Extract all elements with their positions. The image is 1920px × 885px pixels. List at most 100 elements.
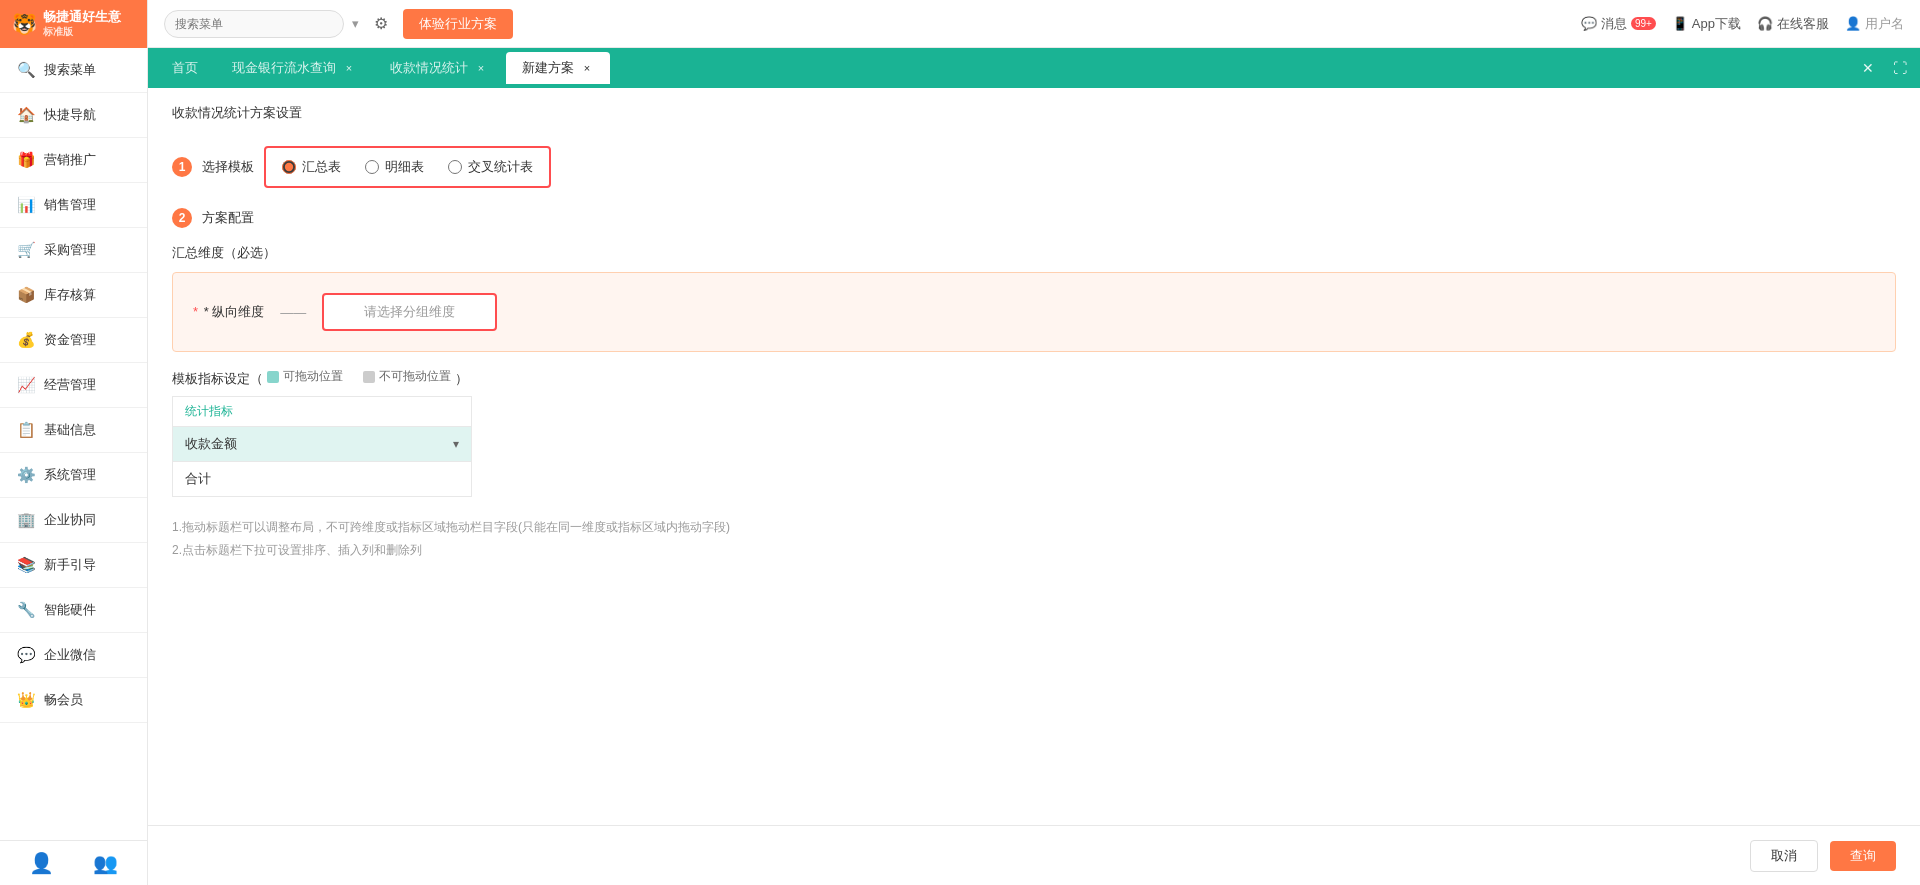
dimension-arrow: —— [280, 305, 306, 320]
enterprise-collab-icon: 🏢 [16, 510, 36, 530]
sidebar-item-newbie-guide[interactable]: 📚 新手引导 [0, 543, 147, 588]
tab-new-plan-label: 新建方案 [522, 59, 574, 77]
sidebar-label-enterprise-wechat: 企业微信 [44, 646, 96, 664]
sidebar-label-system: 系统管理 [44, 466, 96, 484]
user-avatar-icon: 👤 [1845, 16, 1861, 31]
radio-summary-label: 汇总表 [302, 158, 341, 176]
sidebar-item-system[interactable]: ⚙️ 系统管理 [0, 453, 147, 498]
sidebar: 🐯 畅捷通好生意 标准版 🔍 搜索菜单 🏠 快捷导航 🎁 营销推广 📊 销售管理… [0, 0, 148, 885]
col-dropdown-icon[interactable]: ▾ [453, 437, 459, 451]
radio-cross-option[interactable]: 交叉统计表 [448, 158, 533, 176]
cancel-button[interactable]: 取消 [1750, 840, 1818, 872]
sum-row: 合计 [173, 462, 471, 496]
dimension-config: 汇总维度（必选） * * 纵向维度 —— 请选择分组维度 [172, 244, 1896, 497]
tab-bank-flow-close[interactable]: × [342, 61, 356, 75]
radio-cross-label: 交叉统计表 [468, 158, 533, 176]
movable-legend: 可拖动位置 [267, 368, 343, 385]
message-button[interactable]: 💬 消息 99+ [1581, 15, 1656, 33]
service-label: 在线客服 [1777, 15, 1829, 33]
inventory-icon: 📦 [16, 285, 36, 305]
sidebar-label-smart-hardware: 智能硬件 [44, 601, 96, 619]
tips-section: 1.拖动标题栏可以调整布局，不可跨维度或指标区域拖动栏目字段(只能在同一维度或指… [172, 517, 1896, 562]
sidebar-item-inventory[interactable]: 📦 库存核算 [0, 273, 147, 318]
sidebar-label-sales: 销售管理 [44, 196, 96, 214]
indicator-settings-label: 模板指标设定（ 可拖动位置 不可拖动位置 ） [172, 368, 468, 388]
sidebar-item-quick-nav[interactable]: 🏠 快捷导航 [0, 93, 147, 138]
tab-new-plan-close[interactable]: × [580, 61, 594, 75]
user-info[interactable]: 👤 用户名 [1845, 15, 1904, 33]
expand-icon[interactable]: ⛶ [1888, 56, 1912, 80]
radio-detail-input[interactable] [365, 160, 379, 174]
dimension-section-label: 汇总维度（必选） [172, 244, 1896, 262]
indicator-header: 模板指标设定（ 可拖动位置 不可拖动位置 ） [172, 368, 1896, 388]
member-icon: 👑 [16, 690, 36, 710]
username: 用户名 [1865, 15, 1904, 33]
tab-collection-stat[interactable]: 收款情况统计 × [374, 52, 504, 84]
sidebar-item-finance[interactable]: 💰 资金管理 [0, 318, 147, 363]
dimension-placeholder: 请选择分组维度 [364, 304, 455, 319]
sum-label: 合计 [185, 471, 211, 486]
col-label: 收款金额 [185, 435, 237, 453]
sidebar-item-purchase[interactable]: 🛒 采购管理 [0, 228, 147, 273]
tabbar: 首页 现金银行流水查询 × 收款情况统计 × 新建方案 × ✕ ⛶ [148, 48, 1920, 88]
radio-summary-option[interactable]: 汇总表 [282, 158, 341, 176]
dimension-select-button[interactable]: 请选择分组维度 [322, 293, 497, 331]
dimension-area: * * 纵向维度 —— 请选择分组维度 [172, 272, 1896, 352]
sidebar-avatar-left[interactable]: 👤 [29, 851, 54, 875]
purchase-icon: 🛒 [16, 240, 36, 260]
radio-cross-input[interactable] [448, 160, 462, 174]
message-icon: 💬 [1581, 16, 1597, 31]
message-badge: 99+ [1631, 17, 1656, 30]
sidebar-label-quick-nav: 快捷导航 [44, 106, 96, 124]
vertical-dimension-label: * * 纵向维度 [193, 303, 264, 321]
col-payment-amount[interactable]: 收款金额 ▾ [173, 427, 471, 462]
logo-icon: 🐯 [12, 12, 37, 36]
query-button[interactable]: 查询 [1830, 841, 1896, 871]
step2-header: 2 方案配置 [172, 208, 1896, 228]
breadcrumb-text: 收款情况统计方案设置 [172, 105, 302, 120]
page-container: 收款情况统计方案设置 1 选择模板 汇总表 明细表 [148, 88, 1920, 825]
step1-section: 1 选择模板 汇总表 明细表 交 [172, 146, 1896, 188]
radio-detail-option[interactable]: 明细表 [365, 158, 424, 176]
sidebar-item-enterprise-wechat[interactable]: 💬 企业微信 [0, 633, 147, 678]
main-area: ▾ ⚙ 体验行业方案 💬 消息 99+ 📱 App下载 🎧 在线客服 👤 用户名 [148, 0, 1920, 885]
management-icon: 📈 [16, 375, 36, 395]
sidebar-label-inventory: 库存核算 [44, 286, 96, 304]
step1-title: 选择模板 [202, 158, 254, 176]
sidebar-item-enterprise-collab[interactable]: 🏢 企业协同 [0, 498, 147, 543]
tab-bank-flow[interactable]: 现金银行流水查询 × [216, 52, 372, 84]
tab-new-plan[interactable]: 新建方案 × [506, 52, 610, 84]
sidebar-item-smart-hardware[interactable]: 🔧 智能硬件 [0, 588, 147, 633]
online-service-button[interactable]: 🎧 在线客服 [1757, 15, 1829, 33]
sidebar-avatar-right[interactable]: 👥 [93, 851, 118, 875]
required-mark: * [193, 304, 198, 319]
sidebar-item-member[interactable]: 👑 畅会员 [0, 678, 147, 723]
indicator-table: 统计指标 收款金额 ▾ 合计 [172, 396, 472, 497]
tab-home-label: 首页 [172, 59, 198, 77]
fixed-dot-icon [363, 371, 375, 383]
sidebar-label-purchase: 采购管理 [44, 241, 96, 259]
close-tab-icon[interactable]: ✕ [1856, 56, 1880, 80]
app-download-button[interactable]: 📱 App下载 [1672, 15, 1741, 33]
system-icon: ⚙️ [16, 465, 36, 485]
tab-home[interactable]: 首页 [156, 52, 214, 84]
radio-detail-label: 明细表 [385, 158, 424, 176]
app-logo: 🐯 畅捷通好生意 标准版 [0, 0, 147, 48]
sidebar-item-marketing[interactable]: 🎁 营销推广 [0, 138, 147, 183]
sidebar-item-sales[interactable]: 📊 销售管理 [0, 183, 147, 228]
sidebar-item-basic-info[interactable]: 📋 基础信息 [0, 408, 147, 453]
sidebar-bottom: 👤 👥 [0, 840, 147, 885]
sidebar-label-enterprise-collab: 企业协同 [44, 511, 96, 529]
dropdown-chevron-icon[interactable]: ▾ [352, 16, 359, 31]
industry-solution-button[interactable]: 体验行业方案 [403, 9, 513, 39]
service-icon: 🎧 [1757, 16, 1773, 31]
tab-collection-stat-close[interactable]: × [474, 61, 488, 75]
sidebar-item-search[interactable]: 🔍 搜索菜单 [0, 48, 147, 93]
settings-gear-icon[interactable]: ⚙ [367, 10, 395, 38]
topbar-right: 💬 消息 99+ 📱 App下载 🎧 在线客服 👤 用户名 [1581, 15, 1904, 33]
logo-text: 畅捷通好生意 [43, 9, 121, 26]
sidebar-item-management[interactable]: 📈 经营管理 [0, 363, 147, 408]
radio-summary-input[interactable] [282, 160, 296, 174]
menu-search-input[interactable] [164, 10, 344, 38]
sales-icon: 📊 [16, 195, 36, 215]
